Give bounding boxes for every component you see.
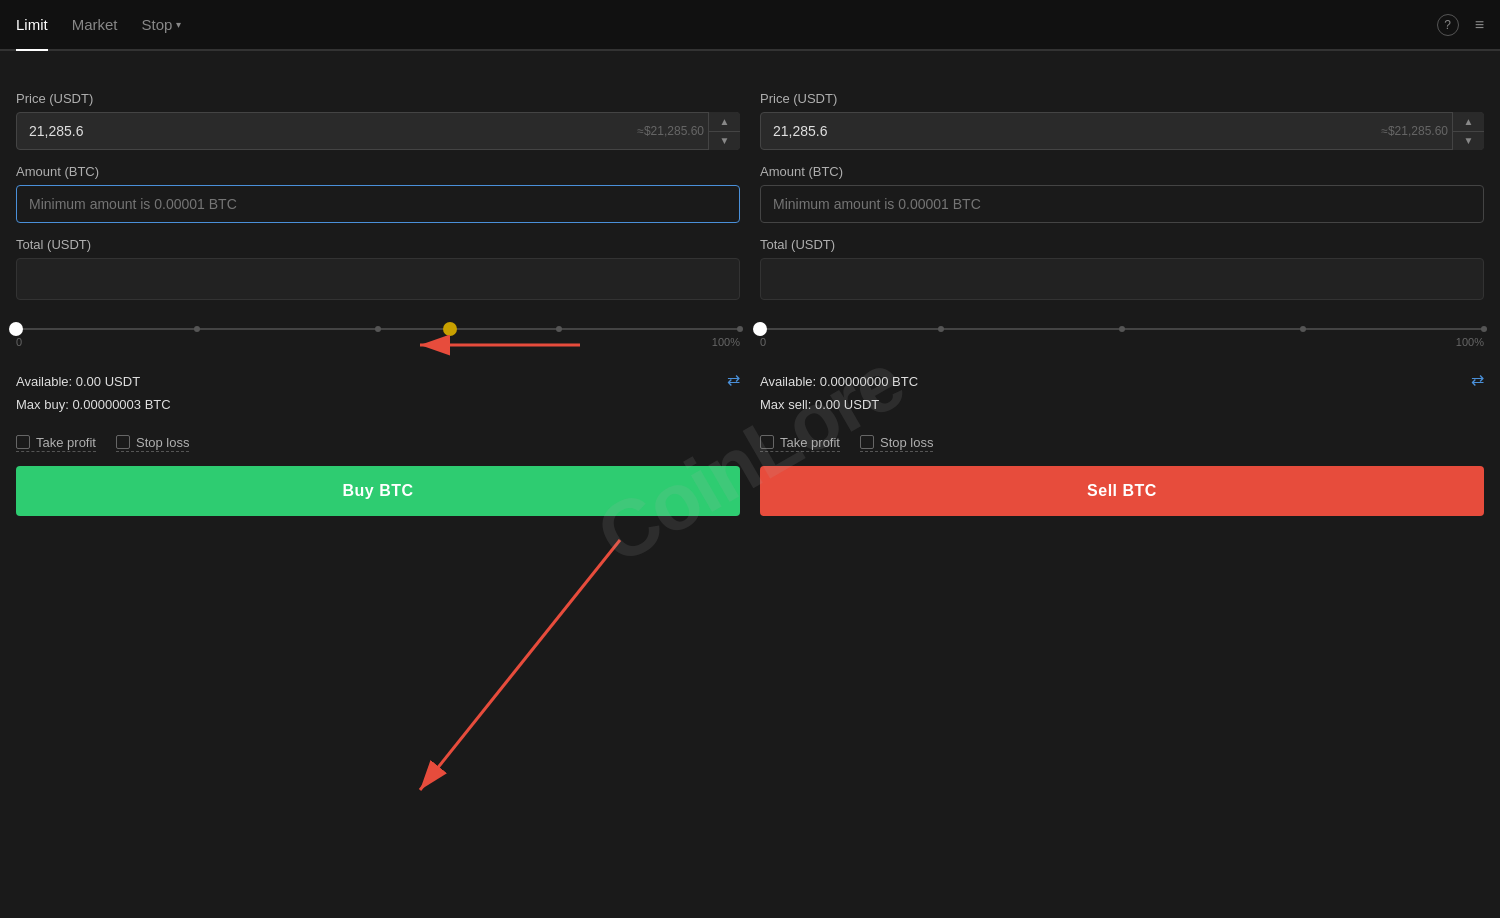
buy-slider-dot-25 xyxy=(194,326,200,332)
buy-amount-label: Amount (BTC) xyxy=(16,164,740,179)
tab-market[interactable]: Market xyxy=(72,12,118,37)
sell-price-up[interactable]: ▲ xyxy=(1453,112,1484,132)
main-content: Price (USDT) ≈$21,285.60 ▲ ▼ Amount (BTC… xyxy=(0,71,1500,532)
sell-price-spinner: ▲ ▼ xyxy=(1452,112,1484,150)
buy-total-label: Total (USDT) xyxy=(16,237,740,252)
buy-available-text: Available: 0.00 USDT Max buy: 0.00000003… xyxy=(16,370,171,417)
buy-slider-max: 100% xyxy=(712,336,740,348)
sell-take-profit-label[interactable]: Take profit xyxy=(760,435,840,452)
buy-max-line: Max buy: 0.00000003 BTC xyxy=(16,393,171,416)
sell-slider-min: 0 xyxy=(760,336,766,348)
buy-price-wrapper: ≈$21,285.60 ▲ ▼ xyxy=(16,112,740,150)
buy-amount-input[interactable] xyxy=(16,185,740,223)
buy-slider-track xyxy=(16,328,740,330)
buy-total-input[interactable] xyxy=(16,258,740,300)
buy-button[interactable]: Buy BTC xyxy=(16,466,740,516)
buy-available-line: Available: 0.00 USDT xyxy=(16,370,171,393)
tab-limit[interactable]: Limit xyxy=(16,12,48,37)
buy-price-field: Price (USDT) ≈$21,285.60 ▲ ▼ xyxy=(16,91,740,150)
buy-stop-loss-checkbox[interactable] xyxy=(116,435,130,449)
sell-take-profit-checkbox[interactable] xyxy=(760,435,774,449)
sell-amount-field: Amount (BTC) xyxy=(760,164,1484,223)
sell-price-down[interactable]: ▼ xyxy=(1453,132,1484,151)
sell-slider-container: 0 100% xyxy=(760,314,1484,356)
buy-total-field: Total (USDT) xyxy=(16,237,740,300)
sell-slider-dot-100 xyxy=(1481,326,1487,332)
buy-amount-field: Amount (BTC) xyxy=(16,164,740,223)
buy-slider-labels: 0 100% xyxy=(16,336,740,348)
sell-panel: Price (USDT) ≈$21,285.60 ▲ ▼ Amount (BTC… xyxy=(760,91,1484,516)
buy-available-info: Available: 0.00 USDT Max buy: 0.00000003… xyxy=(16,370,740,417)
buy-panel: Price (USDT) ≈$21,285.60 ▲ ▼ Amount (BTC… xyxy=(16,91,740,516)
top-bar-right: ? ≡ xyxy=(1437,14,1484,36)
buy-slider-dot-75 xyxy=(556,326,562,332)
buy-stop-loss-text: Stop loss xyxy=(136,435,189,450)
sell-button[interactable]: Sell BTC xyxy=(760,466,1484,516)
buy-take-profit-label[interactable]: Take profit xyxy=(16,435,96,452)
sell-slider-thumb[interactable] xyxy=(753,322,767,336)
sell-max-line: Max sell: 0.00 USDT xyxy=(760,393,918,416)
buy-price-down[interactable]: ▼ xyxy=(709,132,740,151)
sell-price-field: Price (USDT) ≈$21,285.60 ▲ ▼ xyxy=(760,91,1484,150)
buy-stop-loss-label[interactable]: Stop loss xyxy=(116,435,189,452)
sell-slider-max: 100% xyxy=(1456,336,1484,348)
top-bar: Limit Market Stop ▾ ? ≡ xyxy=(0,0,1500,50)
sell-take-profit-text: Take profit xyxy=(780,435,840,450)
sell-price-wrapper: ≈$21,285.60 ▲ ▼ xyxy=(760,112,1484,150)
sell-available-text: Available: 0.00000000 BTC Max sell: 0.00… xyxy=(760,370,918,417)
sell-transfer-icon[interactable]: ⇄ xyxy=(1471,370,1484,389)
buy-take-profit-checkbox[interactable] xyxy=(16,435,30,449)
buy-transfer-icon[interactable]: ⇄ xyxy=(727,370,740,389)
sell-price-label: Price (USDT) xyxy=(760,91,1484,106)
buy-slider-min: 0 xyxy=(16,336,22,348)
help-icon[interactable]: ? xyxy=(1437,14,1459,36)
buy-checkboxes: Take profit Stop loss xyxy=(16,435,740,452)
sell-price-input[interactable] xyxy=(760,112,1484,150)
sell-slider-dot-25 xyxy=(938,326,944,332)
chevron-down-icon: ▾ xyxy=(176,19,181,30)
buy-slider-thumb-yellow[interactable] xyxy=(443,322,457,336)
sell-total-label: Total (USDT) xyxy=(760,237,1484,252)
sell-stop-loss-text: Stop loss xyxy=(880,435,933,450)
menu-icon[interactable]: ≡ xyxy=(1475,16,1484,34)
svg-line-3 xyxy=(420,540,620,790)
buy-slider-thumb[interactable] xyxy=(9,322,23,336)
sell-amount-label: Amount (BTC) xyxy=(760,164,1484,179)
sell-amount-input[interactable] xyxy=(760,185,1484,223)
tab-stop[interactable]: Stop ▾ xyxy=(142,12,182,37)
sell-available-line: Available: 0.00000000 BTC xyxy=(760,370,918,393)
buy-take-profit-text: Take profit xyxy=(36,435,96,450)
buy-price-label: Price (USDT) xyxy=(16,91,740,106)
sell-slider-track xyxy=(760,328,1484,330)
sell-slider-dot-75 xyxy=(1300,326,1306,332)
buy-slider-container: 0 100% xyxy=(16,314,740,356)
buy-slider-dot-50 xyxy=(375,326,381,332)
buy-price-up[interactable]: ▲ xyxy=(709,112,740,132)
sell-total-field: Total (USDT) xyxy=(760,237,1484,300)
sell-available-info: Available: 0.00000000 BTC Max sell: 0.00… xyxy=(760,370,1484,417)
sell-stop-loss-label[interactable]: Stop loss xyxy=(860,435,933,452)
sell-stop-loss-checkbox[interactable] xyxy=(860,435,874,449)
buy-price-input[interactable] xyxy=(16,112,740,150)
sell-checkboxes: Take profit Stop loss xyxy=(760,435,1484,452)
sell-total-input[interactable] xyxy=(760,258,1484,300)
order-tabs: Limit Market Stop ▾ xyxy=(16,12,181,37)
buy-slider-dot-100 xyxy=(737,326,743,332)
divider xyxy=(0,50,1500,51)
buy-price-spinner: ▲ ▼ xyxy=(708,112,740,150)
sell-slider-labels: 0 100% xyxy=(760,336,1484,348)
sell-slider-dot-50 xyxy=(1119,326,1125,332)
